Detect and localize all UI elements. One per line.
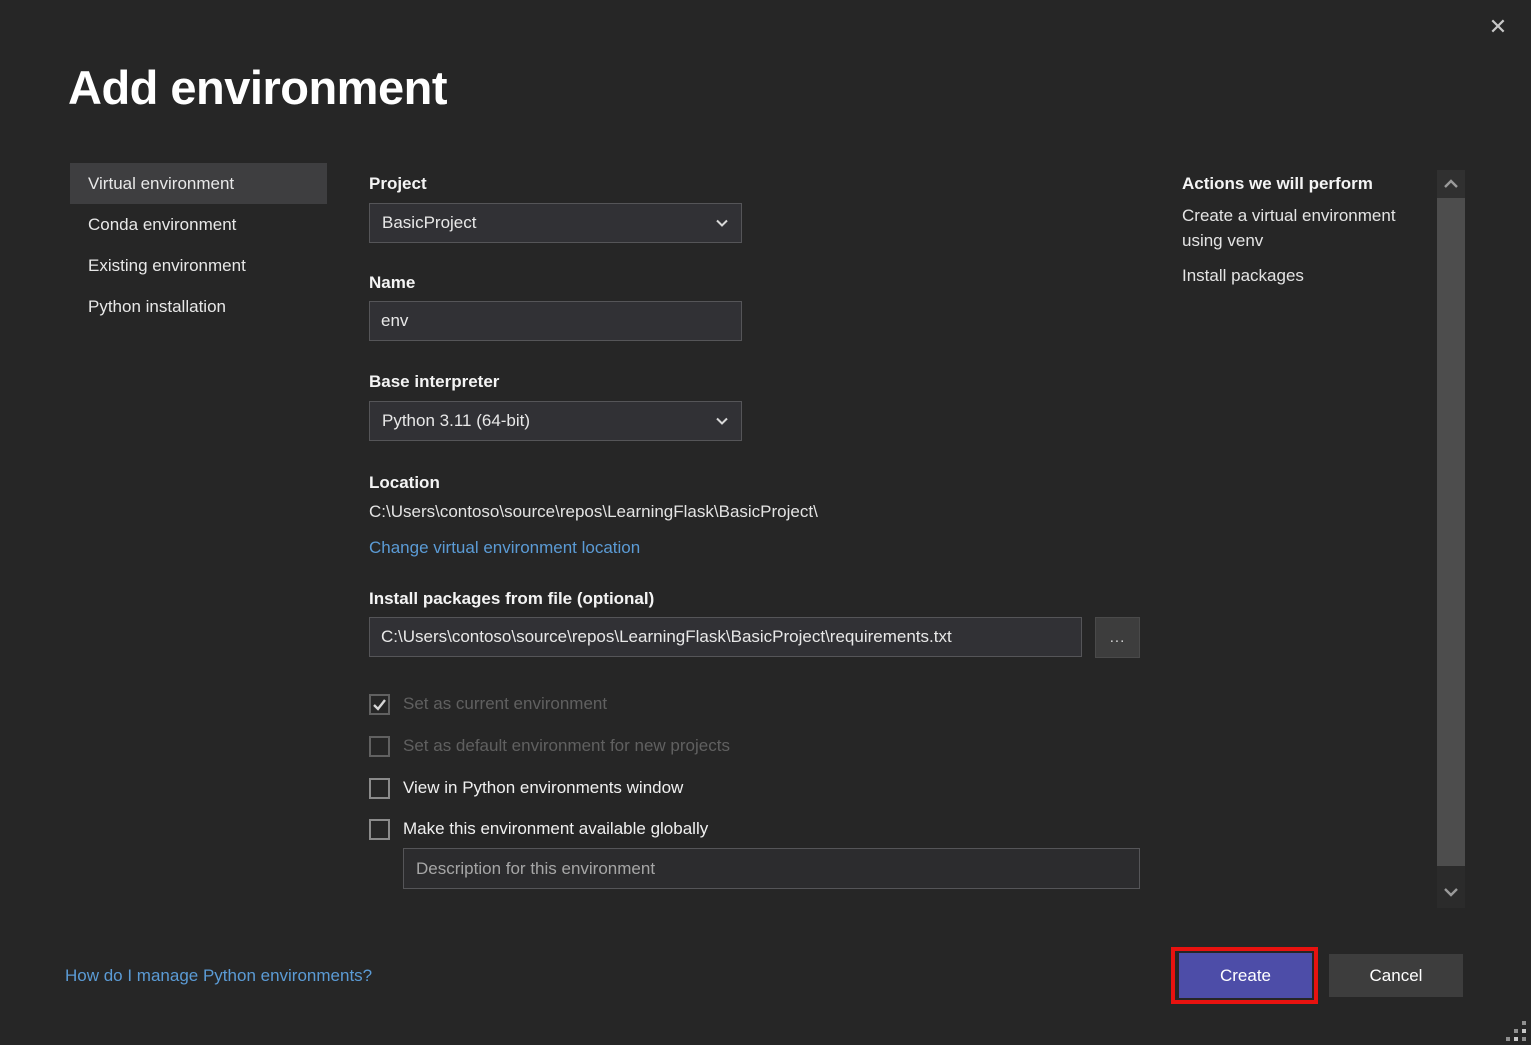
checkbox-box — [369, 694, 390, 715]
checkbox-view-environments-window[interactable]: View in Python environments window — [369, 775, 683, 801]
project-dropdown-value: BasicProject — [382, 213, 476, 233]
checkbox-set-default-environment: Set as default environment for new proje… — [369, 733, 730, 759]
checkbox-box[interactable] — [369, 778, 390, 799]
base-interpreter-dropdown-value: Python 3.11 (64-bit) — [382, 411, 530, 431]
base-interpreter-label: Base interpreter — [369, 372, 499, 392]
sidebar-item-existing-environment[interactable]: Existing environment — [70, 245, 327, 286]
location-label: Location — [369, 473, 440, 493]
page-title: Add environment — [68, 60, 447, 115]
project-dropdown[interactable]: BasicProject — [369, 203, 742, 243]
actions-panel-item: Install packages — [1182, 263, 1417, 288]
scroll-up-icon[interactable] — [1437, 170, 1465, 198]
actions-panel-item: Create a virtual environment using venv — [1182, 203, 1417, 253]
cancel-button[interactable]: Cancel — [1329, 954, 1463, 997]
checkbox-label: Set as current environment — [403, 694, 607, 714]
install-packages-label: Install packages from file (optional) — [369, 589, 654, 609]
actions-panel-title: Actions we will perform — [1182, 174, 1373, 194]
requirements-file-input[interactable] — [369, 617, 1082, 657]
location-path: C:\Users\contoso\source\repos\LearningFl… — [369, 502, 818, 522]
vertical-scrollbar[interactable] — [1437, 170, 1465, 908]
sidebar-item-virtual-environment[interactable]: Virtual environment — [70, 163, 327, 204]
checkbox-box — [369, 736, 390, 757]
checkbox-label: Make this environment available globally — [403, 819, 708, 839]
close-icon[interactable]: ✕ — [1483, 12, 1513, 42]
description-input[interactable] — [403, 848, 1140, 889]
chevron-down-icon — [715, 216, 729, 230]
chevron-down-icon — [715, 414, 729, 428]
sidebar-item-python-installation[interactable]: Python installation — [70, 286, 327, 327]
checkbox-label: View in Python environments window — [403, 778, 683, 798]
resize-grip[interactable] — [1506, 1021, 1527, 1042]
browse-button[interactable]: ... — [1095, 617, 1140, 658]
checkbox-make-globally-available[interactable]: Make this environment available globally — [369, 816, 708, 842]
base-interpreter-dropdown[interactable]: Python 3.11 (64-bit) — [369, 401, 742, 441]
create-button[interactable]: Create — [1179, 953, 1312, 998]
change-location-link[interactable]: Change virtual environment location — [369, 538, 640, 558]
project-label: Project — [369, 174, 427, 194]
scroll-down-icon[interactable] — [1437, 878, 1465, 906]
help-link[interactable]: How do I manage Python environments? — [65, 966, 372, 986]
name-label: Name — [369, 273, 415, 293]
name-input[interactable] — [369, 301, 742, 341]
environment-type-list: Virtual environment Conda environment Ex… — [70, 163, 327, 327]
checkmark-icon — [372, 697, 387, 712]
checkbox-set-current-environment: Set as current environment — [369, 691, 607, 717]
sidebar-item-conda-environment[interactable]: Conda environment — [70, 204, 327, 245]
checkbox-label: Set as default environment for new proje… — [403, 736, 730, 756]
scrollbar-thumb[interactable] — [1437, 198, 1465, 866]
checkbox-box[interactable] — [369, 819, 390, 840]
